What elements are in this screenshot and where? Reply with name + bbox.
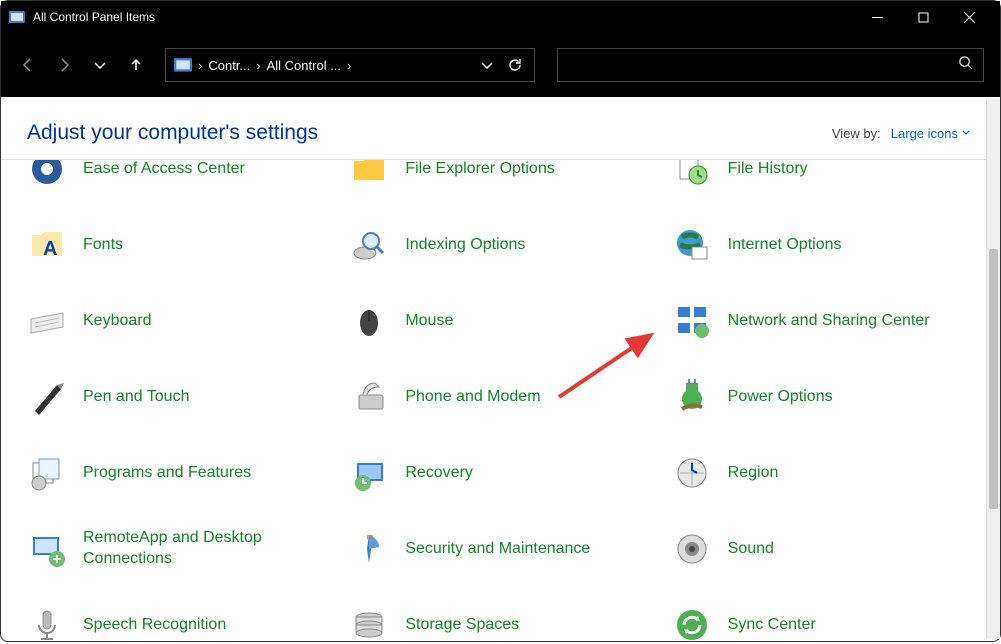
item-label: Region xyxy=(728,463,779,484)
content-area: Ease of Access Center File Explorer Optio… xyxy=(1,160,1000,644)
item-label: Storage Spaces xyxy=(405,615,519,636)
control-panel-item[interactable]: Phone and Modem xyxy=(343,370,657,424)
window-title: All Control Panel Items xyxy=(33,10,854,24)
control-panel-item[interactable]: Security and Maintenance xyxy=(343,522,657,576)
control-panel-item[interactable]: Indexing Options xyxy=(343,218,657,272)
chevron-right-icon[interactable]: › xyxy=(198,58,202,73)
content-header: Adjust your computer's settings View by:… xyxy=(1,97,1000,160)
fonts-icon: A xyxy=(25,223,69,267)
control-panel-item[interactable]: A Fonts xyxy=(21,218,335,272)
breadcrumb-dropdown[interactable] xyxy=(476,54,498,76)
item-label: Power Options xyxy=(728,387,833,408)
item-label: Sound xyxy=(728,539,774,560)
control-panel-item[interactable]: Region xyxy=(666,446,980,500)
svg-text:A: A xyxy=(43,238,57,260)
item-label: File Explorer Options xyxy=(405,160,554,179)
sound-icon xyxy=(670,527,714,571)
region-icon xyxy=(670,451,714,495)
titlebar: All Control Panel Items xyxy=(1,1,1000,33)
navigation-toolbar: › Contr... › All Control ... › xyxy=(1,33,1000,97)
control-panel-item[interactable]: Keyboard xyxy=(21,294,335,348)
page-title: Adjust your computer's settings xyxy=(27,121,832,145)
mouse-icon xyxy=(347,299,391,343)
item-label: Keyboard xyxy=(83,311,152,332)
vertical-scrollbar[interactable] xyxy=(986,99,1000,639)
control-panel-item[interactable]: RemoteApp and Desktop Connections xyxy=(21,522,335,576)
keyboard-icon xyxy=(25,299,69,343)
refresh-button[interactable] xyxy=(504,54,526,76)
recovery-icon xyxy=(347,451,391,495)
app-icon xyxy=(9,9,25,25)
viewby-value: Large icons xyxy=(891,126,958,141)
item-label: Sync Center xyxy=(728,615,816,636)
remoteapp-icon xyxy=(25,527,69,571)
forward-button[interactable] xyxy=(53,54,75,76)
globe-icon xyxy=(670,223,714,267)
ease-access-icon xyxy=(25,160,69,191)
item-label: Indexing Options xyxy=(405,235,525,256)
control-panel-item[interactable]: File Explorer Options xyxy=(343,160,657,196)
item-label: Pen and Touch xyxy=(83,387,189,408)
maximize-button[interactable] xyxy=(900,1,946,33)
item-label: Internet Options xyxy=(728,235,842,256)
item-label: Ease of Access Center xyxy=(83,160,245,179)
control-panel-item[interactable]: Network and Sharing Center xyxy=(666,294,980,348)
control-panel-item[interactable]: Internet Options xyxy=(666,218,980,272)
control-panel-item[interactable]: Pen and Touch xyxy=(21,370,335,424)
breadcrumb[interactable]: › Contr... › All Control ... › xyxy=(165,48,535,82)
item-label: Recovery xyxy=(405,463,473,484)
search-icon xyxy=(958,55,973,75)
storage-icon xyxy=(347,603,391,644)
minimize-button[interactable] xyxy=(854,1,900,33)
search-input[interactable] xyxy=(557,48,984,82)
recent-dropdown-button[interactable] xyxy=(89,54,111,76)
breadcrumb-item[interactable]: Contr... xyxy=(208,58,250,73)
chevron-right-icon[interactable]: › xyxy=(256,58,260,73)
control-panel-item[interactable]: Power Options xyxy=(666,370,980,424)
speech-icon xyxy=(25,603,69,644)
folder-icon xyxy=(347,160,391,191)
programs-icon xyxy=(25,451,69,495)
viewby-dropdown[interactable]: Large icons xyxy=(891,126,970,141)
control-panel-item[interactable]: Programs and Features xyxy=(21,446,335,500)
chevron-down-icon xyxy=(962,129,970,137)
control-panel-item[interactable]: Speech Recognition xyxy=(21,598,335,644)
phone-icon xyxy=(347,375,391,419)
item-label: Network and Sharing Center xyxy=(728,311,930,332)
up-button[interactable] xyxy=(125,54,147,76)
item-label: Programs and Features xyxy=(83,463,251,484)
control-panel-item[interactable]: Sync Center xyxy=(666,598,980,644)
control-panel-item[interactable]: Mouse xyxy=(343,294,657,348)
control-panel-item[interactable]: Ease of Access Center xyxy=(21,160,335,196)
control-panel-item[interactable]: Sound xyxy=(666,522,980,576)
indexing-icon xyxy=(347,223,391,267)
security-icon xyxy=(347,527,391,571)
breadcrumb-item[interactable]: All Control ... xyxy=(267,58,341,73)
item-label: Speech Recognition xyxy=(83,615,226,636)
item-label: Fonts xyxy=(83,235,123,256)
back-button[interactable] xyxy=(17,54,39,76)
chevron-right-icon[interactable]: › xyxy=(347,58,351,73)
item-label: File History xyxy=(728,160,808,179)
pen-icon xyxy=(25,375,69,419)
close-button[interactable] xyxy=(946,1,992,33)
file-history-icon xyxy=(670,160,714,191)
item-label: RemoteApp and Desktop Connections xyxy=(83,528,303,570)
item-label: Mouse xyxy=(405,311,453,332)
item-label: Security and Maintenance xyxy=(405,539,590,560)
control-panel-item[interactable]: Storage Spaces xyxy=(343,598,657,644)
viewby-label: View by: xyxy=(832,126,881,141)
item-label: Phone and Modem xyxy=(405,387,540,408)
control-panel-item[interactable]: File History xyxy=(666,160,980,196)
network-icon xyxy=(670,299,714,343)
scrollbar-thumb[interactable] xyxy=(989,249,998,509)
power-icon xyxy=(670,375,714,419)
control-panel-item[interactable]: Recovery xyxy=(343,446,657,500)
sync-icon xyxy=(670,603,714,644)
breadcrumb-icon xyxy=(174,57,192,73)
